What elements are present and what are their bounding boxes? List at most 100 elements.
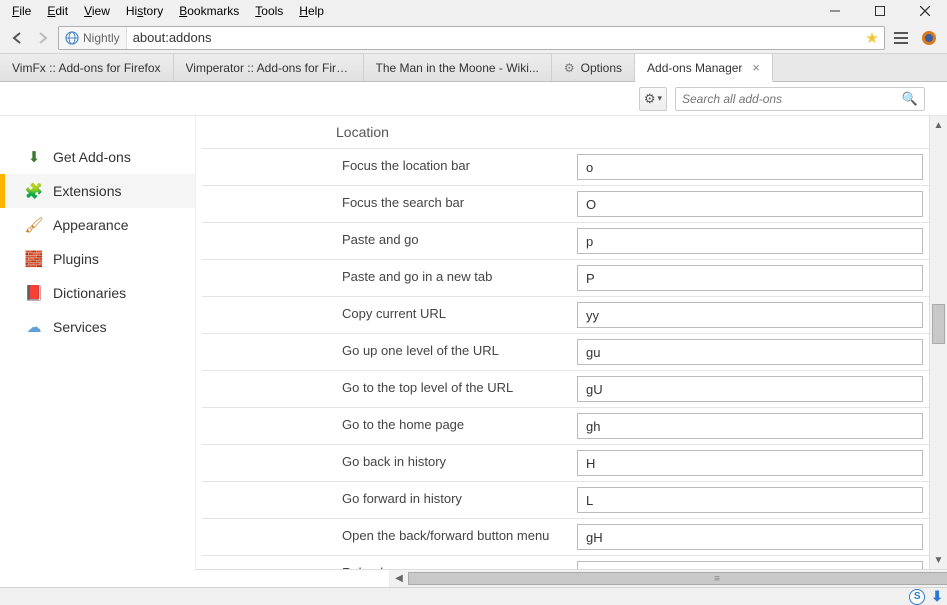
hscroll-track[interactable]: ≡: [408, 570, 911, 587]
scroll-up-arrow-icon[interactable]: ▲: [930, 116, 947, 134]
shortcut-input[interactable]: [577, 376, 923, 402]
addons-sidebar: ⬇Get Add-ons 🧩 Extensions 🖌 Appearance 🧱Plugi…: [0, 116, 195, 587]
extension-toolbar-button[interactable]: [917, 26, 941, 50]
menu-history[interactable]: History: [118, 2, 171, 20]
search-addons-field[interactable]: 🔍: [675, 87, 925, 111]
tab-2[interactable]: The Man in the Moone - Wiki...: [364, 54, 552, 81]
tab-label: Options: [581, 61, 622, 75]
download-arrow-icon[interactable]: ⬇: [931, 588, 943, 605]
shortcut-input[interactable]: [577, 561, 923, 569]
shortcut-row: Go back in history: [202, 444, 929, 481]
sidebar-item-extensions[interactable]: 🧩 Extensions: [0, 174, 195, 208]
tab-close-button[interactable]: ×: [752, 60, 760, 75]
shortcut-row: Go to the top level of the URL: [202, 370, 929, 407]
scroll-left-arrow-icon[interactable]: ◀: [390, 570, 408, 587]
shortcut-label: Open the back/forward button menu: [202, 524, 577, 548]
tab-1[interactable]: Vimperator :: Add-ons for Fire...: [174, 54, 364, 81]
shortcut-label: Focus the search bar: [202, 191, 577, 215]
identity-label: Nightly: [83, 31, 120, 45]
identity-box[interactable]: Nightly: [59, 27, 127, 49]
tools-menu-button[interactable]: ⚙ ▾: [639, 87, 667, 111]
extensions-icon: 🧩: [25, 182, 43, 200]
shortcut-label: Go forward in history: [202, 487, 577, 511]
shortcut-input[interactable]: [577, 413, 923, 439]
status-bar: S ⬇: [0, 587, 947, 605]
hscroll-thumb[interactable]: ≡: [408, 572, 947, 585]
sidebar-item-label: Appearance: [53, 217, 129, 233]
back-button[interactable]: [6, 27, 28, 49]
shortcut-input[interactable]: [577, 450, 923, 476]
shortcut-row: Paste and go: [202, 222, 929, 259]
url-input[interactable]: [127, 27, 860, 49]
tab-3[interactable]: ⚙Options: [552, 54, 635, 81]
status-indicator[interactable]: S: [909, 589, 925, 605]
bookmark-star-button[interactable]: ★: [860, 29, 884, 47]
sidebar-item-label: Dictionaries: [53, 285, 126, 301]
section-heading: Location: [196, 116, 929, 148]
search-icon: 🔍: [902, 91, 918, 107]
shortcut-input[interactable]: [577, 154, 923, 180]
maximize-button[interactable]: [857, 0, 902, 22]
shortcut-input[interactable]: [577, 487, 923, 513]
shortcut-label: Focus the location bar: [202, 154, 577, 178]
shortcut-label: Go to the top level of the URL: [202, 376, 577, 400]
shortcut-input[interactable]: [577, 524, 923, 550]
menu-file[interactable]: File: [4, 2, 39, 20]
menu-edit[interactable]: Edit: [39, 2, 76, 20]
scroll-down-arrow-icon[interactable]: ▼: [930, 551, 947, 569]
plugins-icon: 🧱: [25, 250, 43, 268]
addons-header: ⚙ ▾ 🔍: [0, 82, 947, 116]
scroll-track[interactable]: [930, 134, 947, 551]
shortcut-row: Open the back/forward button menu: [202, 518, 929, 555]
tab-label: VimFx :: Add-ons for Firefox: [12, 61, 161, 75]
tab-strip: VimFx :: Add-ons for Firefox Vimperator :…: [0, 54, 947, 82]
shortcut-row: Focus the search bar: [202, 185, 929, 222]
sidebar-item-dictionaries[interactable]: 📕Dictionaries: [0, 276, 195, 310]
get-add-ons-icon: ⬇: [25, 148, 43, 166]
nav-toolbar: Nightly ★: [0, 22, 947, 54]
shortcut-row: Go to the home page: [202, 407, 929, 444]
shortcut-input[interactable]: [577, 265, 923, 291]
shortcut-input[interactable]: [577, 302, 923, 328]
close-button[interactable]: [902, 0, 947, 22]
shortcut-row: Go forward in history: [202, 481, 929, 518]
shortcut-row: Reload: [202, 555, 929, 569]
shortcut-input[interactable]: [577, 191, 923, 217]
vertical-scrollbar[interactable]: ▲ ▼: [929, 116, 947, 569]
tab-label: The Man in the Moone - Wiki...: [376, 61, 539, 75]
shortcut-label: Go up one level of the URL: [202, 339, 577, 363]
scroll-thumb[interactable]: [932, 304, 945, 344]
sidebar-item-services[interactable]: ☁Services: [0, 310, 195, 344]
maximize-icon: [875, 6, 885, 16]
forward-button[interactable]: [32, 27, 54, 49]
shortcut-row: Focus the location bar: [202, 148, 929, 185]
shortcut-label: Paste and go: [202, 228, 577, 252]
menu-help[interactable]: Help: [291, 2, 332, 20]
hamburger-menu-button[interactable]: [889, 26, 913, 50]
shortcut-label: Reload: [202, 561, 577, 569]
sidebar-item-label: Services: [53, 319, 107, 335]
sidebar-item-appearance[interactable]: 🖌 Appearance: [0, 208, 195, 242]
tab-label: Vimperator :: Add-ons for Fire...: [186, 61, 351, 75]
menu-view[interactable]: View: [76, 2, 118, 20]
forward-arrow-icon: [36, 31, 50, 45]
sidebar-item-label: Extensions: [53, 183, 121, 199]
tab-4[interactable]: Add-ons Manager ×: [635, 54, 773, 82]
shortcut-row: Go up one level of the URL: [202, 333, 929, 370]
shortcut-label: Go to the home page: [202, 413, 577, 437]
sidebar-item-get-add-ons[interactable]: ⬇Get Add-ons: [0, 140, 195, 174]
shortcut-input[interactable]: [577, 339, 923, 365]
minimize-button[interactable]: [812, 0, 857, 22]
menu-tools[interactable]: Tools: [247, 2, 291, 20]
appearance-icon: 🖌: [25, 216, 43, 234]
tab-label: Add-ons Manager: [647, 61, 742, 75]
sidebar-item-plugins[interactable]: 🧱Plugins: [0, 242, 195, 276]
minimize-icon: [830, 6, 840, 16]
shortcut-row: Copy current URL: [202, 296, 929, 333]
shortcut-input[interactable]: [577, 228, 923, 254]
search-addons-input[interactable]: [682, 92, 902, 106]
menu-bookmarks[interactable]: Bookmarks: [171, 2, 247, 20]
tab-0[interactable]: VimFx :: Add-ons for Firefox: [0, 54, 174, 81]
shortcut-list: Focus the location bar Focus the search b…: [196, 148, 929, 569]
back-arrow-icon: [10, 31, 24, 45]
